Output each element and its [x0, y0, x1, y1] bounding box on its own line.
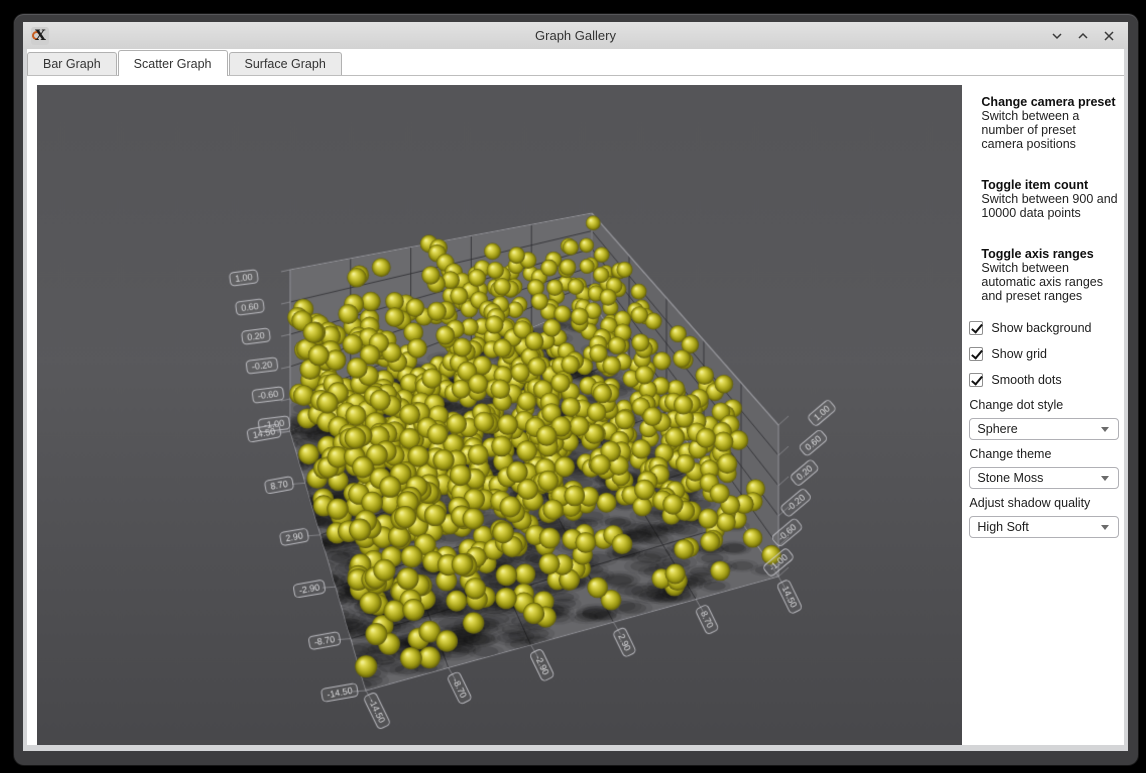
dropdown-arrow-icon	[1101, 475, 1110, 485]
command-description: Switch between 900 and 10000 data points	[981, 192, 1118, 220]
window-title: Graph Gallery	[535, 28, 616, 43]
shadow-quality-select[interactable]: High Soft	[969, 516, 1120, 538]
chevron-up-icon	[1078, 32, 1088, 39]
chevron-down-icon	[1052, 32, 1062, 39]
command-title: Toggle item count	[981, 178, 1089, 192]
tab-bar: Bar Graph Scatter Graph Surface Graph	[27, 49, 1124, 76]
shadow-quality-value: High Soft	[977, 520, 1029, 534]
tab-bar-graph[interactable]: Bar Graph	[27, 52, 117, 75]
command-title: Toggle axis ranges	[981, 247, 1094, 261]
checkbox-box	[969, 372, 984, 387]
checkbox-label: Show grid	[991, 346, 1047, 361]
dropdown-arrow-icon	[1101, 524, 1110, 534]
tab-scatter-graph[interactable]: Scatter Graph	[117, 50, 228, 76]
show-background-checkbox[interactable]: Show background	[969, 320, 1119, 335]
theme-label: Change theme	[969, 447, 1052, 461]
toggle-axis-ranges-button[interactable]: Toggle axis ranges Switch between automa…	[969, 247, 1119, 303]
titlebar[interactable]: X Graph Gallery	[23, 22, 1128, 49]
toggle-item-count-button[interactable]: Toggle item count Switch between 900 and…	[969, 178, 1119, 220]
command-description: Switch between a number of preset camera…	[981, 109, 1080, 151]
theme-value: Stone Moss	[977, 471, 1044, 485]
window-frame: X Graph Gallery Bar Graph Scatter Graph …	[23, 22, 1128, 751]
tab-surface-graph[interactable]: Surface Graph	[228, 52, 342, 75]
command-title: Change camera preset	[981, 95, 1116, 109]
window-content: Bar Graph Scatter Graph Surface Graph Ch…	[27, 49, 1124, 745]
minimize-button[interactable]	[1044, 25, 1070, 47]
maximize-button[interactable]	[1070, 25, 1096, 47]
dropdown-arrow-icon	[1101, 426, 1110, 436]
theme-select[interactable]: Stone Moss	[969, 467, 1120, 489]
xorg-x-glyph: X	[35, 27, 46, 44]
window-controls	[1044, 25, 1122, 47]
checkbox-label: Smooth dots	[991, 372, 1062, 387]
xorg-app-icon: X	[30, 26, 49, 45]
smooth-dots-checkbox[interactable]: Smooth dots	[969, 372, 1119, 387]
shadow-quality-label: Adjust shadow quality	[969, 496, 1091, 510]
scatter-3d-view[interactable]	[37, 85, 963, 745]
dot-style-select[interactable]: Sphere	[969, 418, 1120, 440]
controls-panel: Change camera preset Switch between a nu…	[969, 85, 1120, 745]
checkbox-group: Show background Show grid Smooth dots	[969, 320, 1119, 387]
scatter-tab-page: Change camera preset Switch between a nu…	[27, 76, 1124, 745]
dot-style-value: Sphere	[977, 422, 1018, 436]
show-grid-checkbox[interactable]: Show grid	[969, 346, 1119, 361]
app-window: X Graph Gallery Bar Graph Scatter Graph …	[14, 14, 1138, 765]
close-icon	[1104, 30, 1114, 41]
dot-style-label: Change dot style	[969, 398, 1064, 412]
close-button[interactable]	[1096, 25, 1122, 47]
change-camera-preset-button[interactable]: Change camera preset Switch between a nu…	[969, 95, 1119, 151]
checkbox-box	[969, 346, 984, 361]
checkbox-box	[969, 320, 984, 335]
command-description: Switch between automatic axis ranges and…	[981, 261, 1103, 303]
checkbox-label: Show background	[991, 320, 1092, 335]
